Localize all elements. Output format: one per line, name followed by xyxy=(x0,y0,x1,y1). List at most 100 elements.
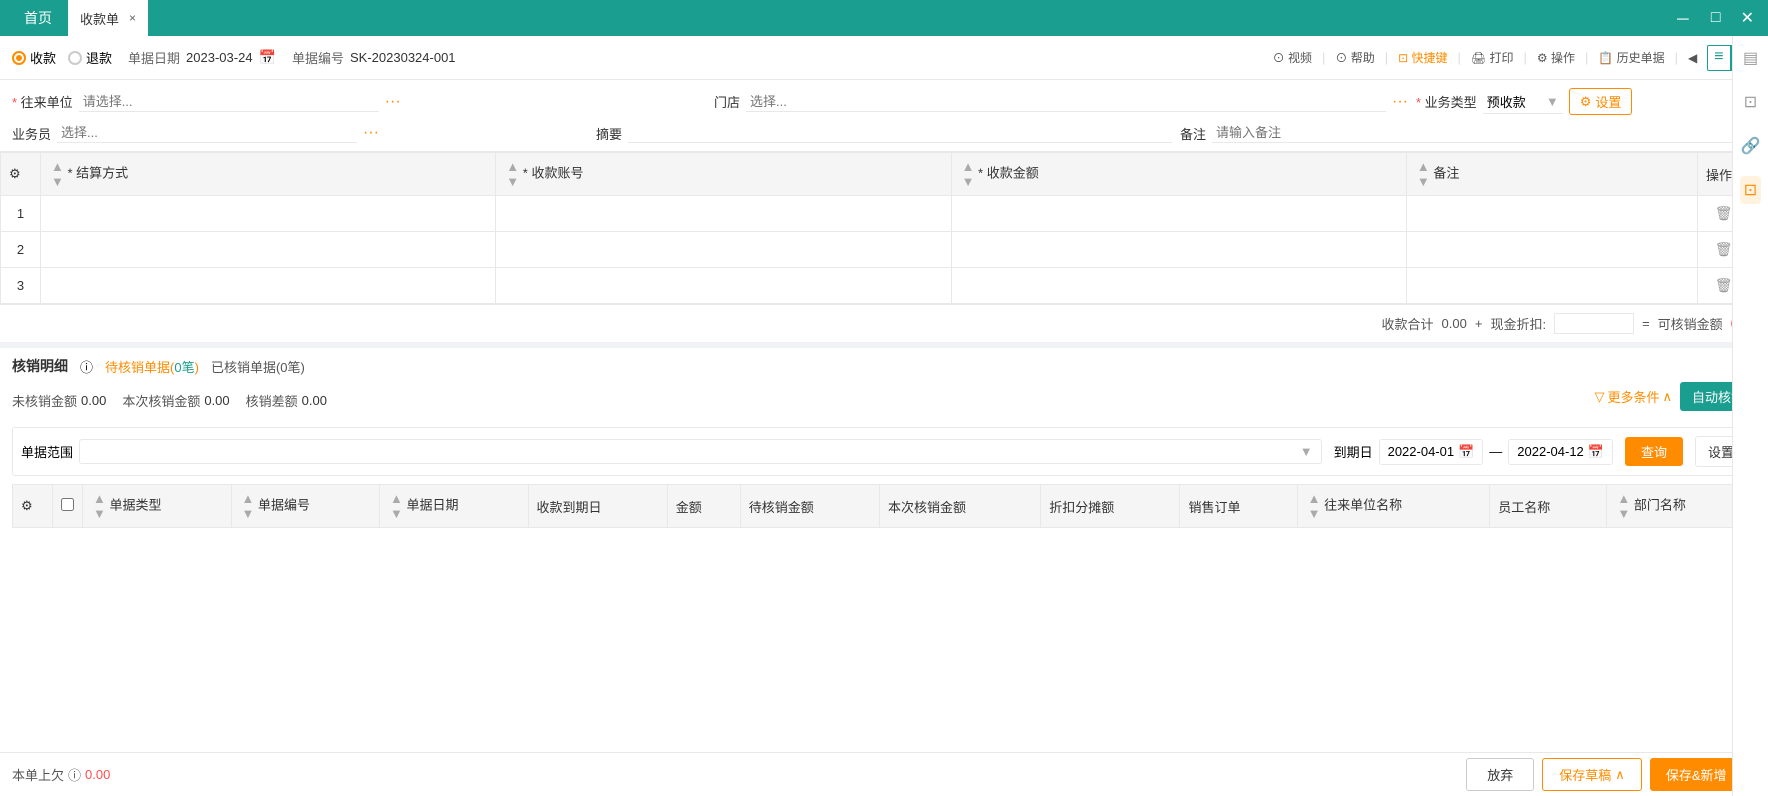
amount-cell-3[interactable] xyxy=(951,268,1406,304)
bth-verify-amount: 本次核销金额 xyxy=(879,485,1040,528)
summary-input[interactable] xyxy=(628,123,1172,143)
remark-cell-2[interactable] xyxy=(1406,232,1697,268)
doc-date-label: 单据日期 xyxy=(128,48,180,67)
form-row-2: 业务员 ··· 摘要 备注 xyxy=(12,123,1756,143)
action-ops[interactable]: ⚙ 操作 xyxy=(1537,49,1575,66)
action-print[interactable]: 🖨 打印 xyxy=(1471,49,1514,66)
form-settings-btn[interactable]: ⚙ 设置 xyxy=(1569,88,1633,115)
calendar-to-icon[interactable]: 📅 xyxy=(1588,444,1604,460)
footer-current-label: 本单上欠 xyxy=(12,765,64,784)
remark-cell-3[interactable] xyxy=(1406,268,1697,304)
salesperson-field-group: 业务员 ··· xyxy=(12,123,588,143)
query-btn[interactable]: 查询 xyxy=(1625,437,1683,466)
action-history[interactable]: 📋 历史单据 xyxy=(1598,49,1664,66)
scope-label: 单据范围 xyxy=(21,442,73,461)
doc-no-value: SK-20230324-001 xyxy=(350,50,456,65)
pending-count: 0笔 xyxy=(174,360,194,375)
salesperson-input[interactable] xyxy=(57,123,357,143)
date-from-input[interactable]: 2022-04-01 📅 xyxy=(1379,439,1484,465)
biz-type-select[interactable]: 预收款 ▼ xyxy=(1483,90,1563,114)
store-field-group: 门店 ··· xyxy=(714,92,1408,112)
tab-done[interactable]: 已核销单据(0笔) xyxy=(211,357,305,376)
toolbar-row: 收款 退款 单据日期 2023-03-24 📅 单据编号 SK-20230324… xyxy=(0,36,1768,80)
equals-sign: = xyxy=(1642,316,1650,331)
form-row-1: 往来单位 ··· 门店 ··· 业务类型 预收款 ▼ ⚙ 设置 xyxy=(12,88,1756,115)
view-list-btn[interactable]: ≡ xyxy=(1708,46,1729,70)
settlement-cell-2[interactable] xyxy=(41,232,496,268)
remark-input[interactable] xyxy=(1212,123,1756,143)
scope-select[interactable]: ▼ xyxy=(79,439,1322,464)
main-container: 收款 退款 单据日期 2023-03-24 📅 单据编号 SK-20230324… xyxy=(0,36,1768,796)
doc-no-label: 单据编号 xyxy=(292,48,344,67)
account-cell-3[interactable] xyxy=(496,268,951,304)
bth-employee: 员工名称 xyxy=(1490,485,1607,528)
tab-active[interactable]: 收款单 × xyxy=(68,0,148,36)
window-minimize-btn[interactable]: － xyxy=(1669,6,1697,30)
select-all-checkbox[interactable] xyxy=(61,498,74,511)
bottom-table-container: ⚙ ▲▼ 单据类型 ▲▼ 单据编号 ▲▼ xyxy=(12,484,1756,744)
amount-cell-1[interactable] xyxy=(951,196,1406,232)
abandon-btn[interactable]: 放弃 xyxy=(1466,758,1534,791)
th-amount: ▲▼ * 收款金额 xyxy=(951,153,1406,196)
sidebar-icon-3[interactable]: 🔗 xyxy=(1737,132,1765,160)
amount-cell-2[interactable] xyxy=(951,232,1406,268)
delete-icon-3[interactable]: 🗑 xyxy=(1715,277,1733,294)
settings-icon: ⚙ xyxy=(1580,94,1592,110)
account-cell-2[interactable] xyxy=(496,232,951,268)
salesperson-more-icon[interactable]: ··· xyxy=(363,124,379,142)
query-row: 单据范围 ▼ 到期日 2022-04-01 📅 — 2022-04-12 📅 查 xyxy=(12,427,1756,476)
radio-refund[interactable]: 退款 xyxy=(68,48,112,67)
tab-close-btn[interactable]: × xyxy=(129,11,136,25)
th-settlement: ▲▼ * 结算方式 xyxy=(41,153,496,196)
action-shortcut[interactable]: ⊡ 快捷键 xyxy=(1398,49,1447,66)
sidebar-icon-1[interactable]: ▤ xyxy=(1739,44,1762,72)
account-cell-1[interactable] xyxy=(496,196,951,232)
th-settings[interactable]: ⚙ xyxy=(1,153,41,196)
more-conditions-link[interactable]: ▽ 更多条件 ∧ xyxy=(1594,387,1672,406)
footer: 本单上欠 ⓘ 0.00 放弃 保存草稿 ∧ 保存&新增 ∧ xyxy=(0,752,1768,796)
receipt-type-radio-group: 收款 退款 xyxy=(12,48,112,67)
tab-pending[interactable]: 待核销单据(0笔) xyxy=(105,357,199,376)
window-maximize-btn[interactable]: □ xyxy=(1705,9,1727,27)
table-header-row: ⚙ ▲▼ * 结算方式 ▲▼ * 收款账号 ▲▼ * 收款金额 ▲▼ xyxy=(1,153,1768,196)
table-row: 3 🗑 ⊕ xyxy=(1,268,1768,304)
footer-actions: 放弃 保存草稿 ∧ 保存&新增 ∧ xyxy=(1466,758,1756,791)
toolbar-actions: ⊙ 视频 | ⊙ 帮助 | ⊡ 快捷键 | 🖨 打印 | ⚙ 操作 | 📋 历史… xyxy=(1273,45,1756,71)
store-input[interactable] xyxy=(746,92,1386,112)
remark-field-group: 备注 xyxy=(1180,123,1756,143)
counterpart-more-icon[interactable]: ··· xyxy=(385,93,401,111)
sidebar-icon-2[interactable]: ⊡ xyxy=(1740,88,1761,116)
delete-icon-2[interactable]: 🗑 xyxy=(1715,241,1733,258)
counterpart-input[interactable] xyxy=(79,92,379,112)
done-count: 0笔 xyxy=(280,360,300,375)
save-draft-btn[interactable]: 保存草稿 ∧ xyxy=(1542,758,1642,791)
store-label: 门店 xyxy=(714,92,740,111)
row-num-1: 1 xyxy=(1,196,41,232)
counterpart-label: 往来单位 xyxy=(12,92,73,111)
window-close-btn[interactable]: ✕ xyxy=(1735,8,1760,28)
settlement-cell-1[interactable] xyxy=(41,196,496,232)
row-num-2: 2 xyxy=(1,232,41,268)
total-label: 收款合计 xyxy=(1382,314,1434,333)
receipt-table: ⚙ ▲▼ * 结算方式 ▲▼ * 收款账号 ▲▼ * 收款金额 ▲▼ xyxy=(0,152,1768,304)
action-nav-prev[interactable]: ◀ xyxy=(1688,51,1697,65)
action-help[interactable]: ⊙ 帮助 xyxy=(1335,49,1374,66)
bth-checkbox xyxy=(53,485,83,528)
tab-home[interactable]: 首页 xyxy=(8,0,68,36)
store-more-icon[interactable]: ··· xyxy=(1392,93,1408,111)
action-video[interactable]: ⊙ 视频 xyxy=(1273,49,1312,66)
radio-receipt[interactable]: 收款 xyxy=(12,48,56,67)
footer-current-value: 0.00 xyxy=(85,767,110,782)
date-to-input[interactable]: 2022-04-12 📅 xyxy=(1508,439,1613,465)
calendar-from-icon[interactable]: 📅 xyxy=(1458,444,1474,460)
salesperson-label: 业务员 xyxy=(12,124,51,143)
bth-settings[interactable]: ⚙ xyxy=(13,485,53,528)
settlement-cell-3[interactable] xyxy=(41,268,496,304)
sidebar-icon-4[interactable]: ⊡ xyxy=(1740,176,1761,204)
delete-icon-1[interactable]: 🗑 xyxy=(1715,205,1733,222)
doc-date-calendar-icon[interactable]: 📅 xyxy=(259,49,276,66)
discount-input[interactable] xyxy=(1554,313,1634,334)
remark-cell-1[interactable] xyxy=(1406,196,1697,232)
doc-date-value: 2023-03-24 xyxy=(186,50,253,65)
bottom-table: ⚙ ▲▼ 单据类型 ▲▼ 单据编号 ▲▼ xyxy=(12,484,1756,528)
